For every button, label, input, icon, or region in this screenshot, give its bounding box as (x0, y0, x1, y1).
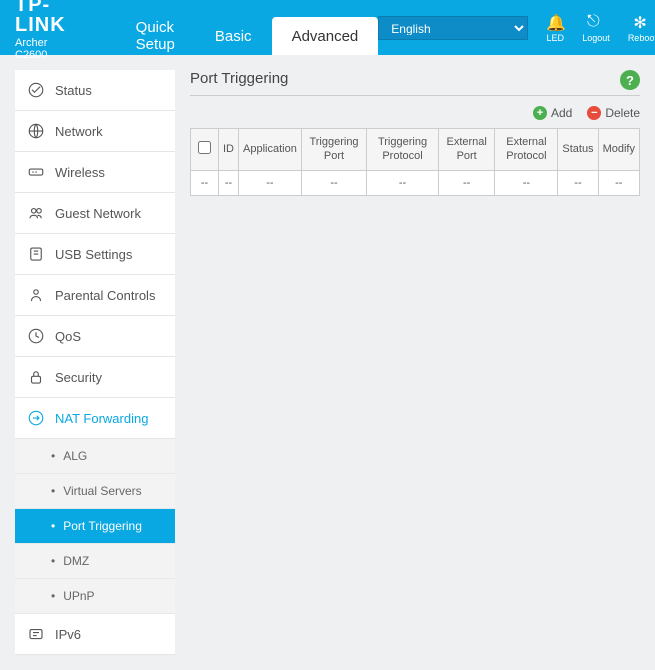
sidebar-item-security[interactable]: Security (15, 357, 175, 398)
empty-cell: -- (495, 170, 558, 195)
sidebar-item-parental-controls[interactable]: Parental Controls (15, 275, 175, 316)
delete-icon: − (587, 106, 601, 120)
empty-cell: -- (219, 170, 239, 195)
led-icon: 🔔 (546, 13, 564, 31)
sidebar-label: NAT Forwarding (55, 411, 148, 426)
network-icon (27, 122, 45, 140)
reboot-label: Reboot (628, 33, 655, 43)
subitem-dmz[interactable]: DMZ (15, 544, 175, 579)
sidebar-item-guest-network[interactable]: Guest Network (15, 193, 175, 234)
header-triggering-protocol: Triggering Protocol (367, 129, 439, 171)
ipv6-icon (27, 625, 45, 643)
sidebar-item-ipv6[interactable]: IPv6 (15, 614, 175, 655)
page-title: Port Triggering (190, 70, 640, 87)
sidebar-item-qos[interactable]: QoS (15, 316, 175, 357)
sidebar: Status Network Wireless Guest Network US… (15, 70, 175, 655)
subitem-virtual-servers[interactable]: Virtual Servers (15, 474, 175, 509)
header-external-protocol: External Protocol (495, 129, 558, 171)
delete-label: Delete (605, 106, 640, 120)
empty-cell: -- (558, 170, 598, 195)
table-empty-row: -- -- -- -- -- -- -- -- -- (191, 170, 640, 195)
header-application: Application (239, 129, 302, 171)
status-icon (27, 81, 45, 99)
language-select[interactable]: English (378, 16, 528, 40)
reboot-icon: ✻ (633, 13, 651, 31)
nav-tabs: Quick Setup Basic Advanced (116, 0, 379, 55)
logo-text: TP-LINK (15, 0, 66, 35)
guest-icon (27, 204, 45, 222)
empty-cell: -- (598, 170, 639, 195)
logout-label: Logout (582, 33, 610, 43)
usb-icon (27, 245, 45, 263)
model-text: Archer C2600 (15, 37, 66, 61)
led-label: LED (547, 33, 565, 43)
parental-icon (27, 286, 45, 304)
tab-quick-setup[interactable]: Quick Setup (116, 17, 195, 55)
nat-icon (27, 409, 45, 427)
header-bar: TP-LINK Archer C2600 Quick Setup Basic A… (0, 0, 655, 55)
help-button[interactable]: ? (620, 70, 640, 90)
empty-cell: -- (239, 170, 302, 195)
add-icon: + (533, 106, 547, 120)
divider (190, 95, 640, 96)
add-label: Add (551, 106, 572, 120)
sidebar-item-usb-settings[interactable]: USB Settings (15, 234, 175, 275)
sidebar-label: Parental Controls (55, 288, 155, 303)
subitem-port-triggering[interactable]: Port Triggering (15, 509, 175, 544)
header-id: ID (219, 129, 239, 171)
main-content: ? Port Triggering + Add − Delete ID Appl… (190, 70, 640, 196)
tab-basic[interactable]: Basic (195, 17, 272, 55)
empty-cell: -- (367, 170, 439, 195)
delete-button[interactable]: − Delete (587, 106, 640, 120)
header-checkbox-cell (191, 129, 219, 171)
tab-advanced[interactable]: Advanced (272, 17, 379, 55)
security-icon (27, 368, 45, 386)
reboot-button[interactable]: ✻ Reboot (628, 13, 655, 43)
header-right: English 🔔 LED ⎋ Logout ✻ Reboot (378, 13, 655, 43)
select-all-checkbox[interactable] (198, 141, 211, 154)
sidebar-label: QoS (55, 329, 81, 344)
sidebar-label: USB Settings (55, 247, 132, 262)
sidebar-label: Wireless (55, 165, 105, 180)
header-triggering-port: Triggering Port (301, 129, 366, 171)
logout-icon: ⎋ (587, 13, 605, 31)
empty-cell: -- (191, 170, 219, 195)
header-status: Status (558, 129, 598, 171)
header-external-port: External Port (438, 129, 495, 171)
sidebar-label: Status (55, 83, 92, 98)
container: Status Network Wireless Guest Network US… (0, 55, 655, 670)
sidebar-item-status[interactable]: Status (15, 70, 175, 111)
subitem-alg[interactable]: ALG (15, 439, 175, 474)
sidebar-label: Guest Network (55, 206, 141, 221)
qos-icon (27, 327, 45, 345)
subitem-upnp[interactable]: UPnP (15, 579, 175, 614)
sidebar-item-wireless[interactable]: Wireless (15, 152, 175, 193)
header-modify: Modify (598, 129, 639, 171)
sidebar-label: IPv6 (55, 627, 81, 642)
sidebar-item-nat-forwarding[interactable]: NAT Forwarding (15, 398, 175, 439)
sidebar-label: Network (55, 124, 103, 139)
led-button[interactable]: 🔔 LED (546, 13, 564, 43)
empty-cell: -- (301, 170, 366, 195)
logo-area: TP-LINK Archer C2600 (15, 0, 66, 61)
table-actions: + Add − Delete (190, 106, 640, 120)
logout-button[interactable]: ⎋ Logout (582, 13, 610, 43)
sidebar-item-network[interactable]: Network (15, 111, 175, 152)
add-button[interactable]: + Add (533, 106, 572, 120)
nat-subitems: ALG Virtual Servers Port Triggering DMZ … (15, 439, 175, 614)
table-header-row: ID Application Triggering Port Triggerin… (191, 129, 640, 171)
port-triggering-table: ID Application Triggering Port Triggerin… (190, 128, 640, 196)
sidebar-label: Security (55, 370, 102, 385)
wireless-icon (27, 163, 45, 181)
empty-cell: -- (438, 170, 495, 195)
